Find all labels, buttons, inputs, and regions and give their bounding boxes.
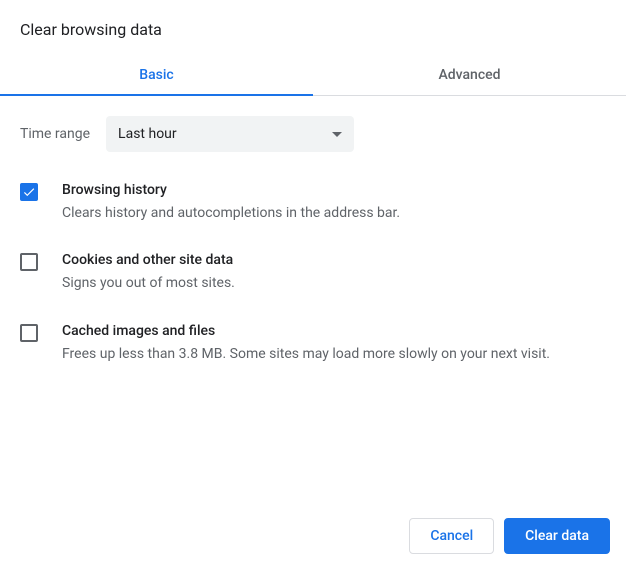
- check-icon: [22, 185, 36, 199]
- cancel-button[interactable]: Cancel: [409, 518, 494, 554]
- tabs-container: Basic Advanced: [0, 55, 626, 96]
- option-desc: Signs you out of most sites.: [62, 272, 606, 294]
- chevron-down-icon: [332, 132, 342, 137]
- checkbox-browsing-history[interactable]: [20, 183, 38, 201]
- option-desc: Clears history and autocompletions in th…: [62, 202, 606, 224]
- dialog-footer: Cancel Clear data: [409, 506, 626, 566]
- option-cached: Cached images and files Frees up less th…: [20, 323, 606, 365]
- option-title: Cookies and other site data: [62, 252, 606, 268]
- option-text: Cached images and files Frees up less th…: [62, 323, 606, 365]
- time-range-value: Last hour: [118, 126, 332, 142]
- dialog-title: Clear browsing data: [0, 0, 626, 55]
- option-text: Cookies and other site data Signs you ou…: [62, 252, 606, 294]
- time-range-row: Time range Last hour: [20, 116, 606, 152]
- option-browsing-history: Browsing history Clears history and auto…: [20, 182, 606, 224]
- option-cookies: Cookies and other site data Signs you ou…: [20, 252, 606, 294]
- dialog-content: Time range Last hour Browsing history Cl…: [0, 96, 626, 413]
- option-title: Cached images and files: [62, 323, 606, 339]
- option-text: Browsing history Clears history and auto…: [62, 182, 606, 224]
- checkbox-cached[interactable]: [20, 324, 38, 342]
- tab-basic[interactable]: Basic: [0, 55, 313, 95]
- option-title: Browsing history: [62, 182, 606, 198]
- checkbox-cookies[interactable]: [20, 253, 38, 271]
- clear-data-button[interactable]: Clear data: [504, 518, 610, 554]
- option-desc: Frees up less than 3.8 MB. Some sites ma…: [62, 343, 606, 365]
- time-range-label: Time range: [20, 126, 90, 142]
- tab-advanced[interactable]: Advanced: [313, 55, 626, 95]
- time-range-select[interactable]: Last hour: [106, 116, 354, 152]
